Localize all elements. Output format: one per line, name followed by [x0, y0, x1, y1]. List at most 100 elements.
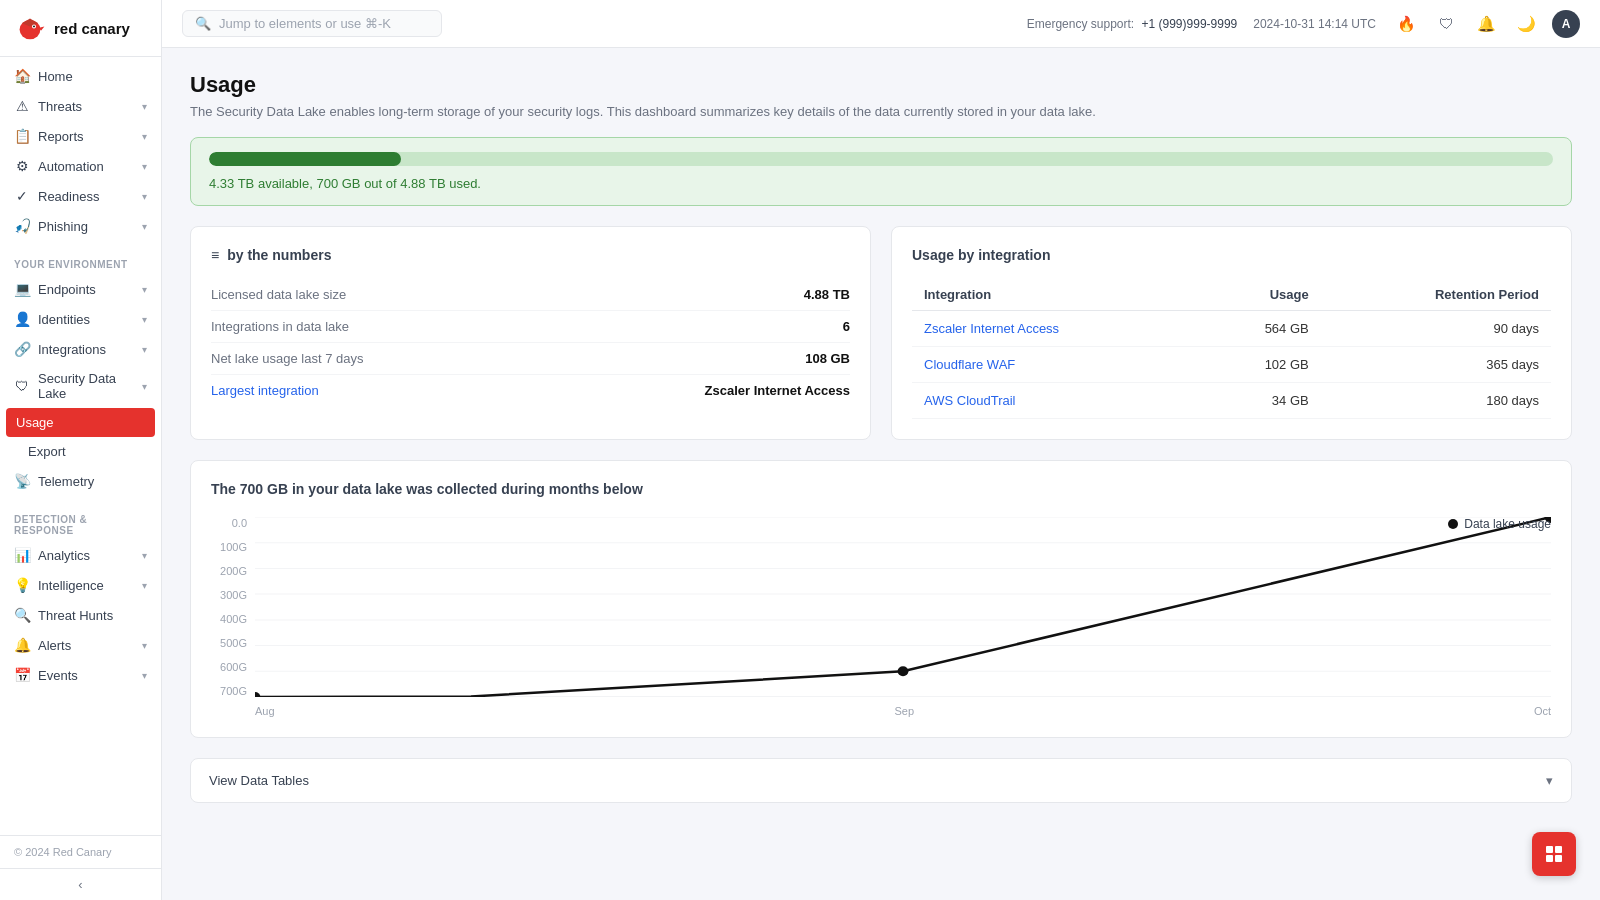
endpoints-icon: 💻 — [14, 281, 30, 297]
y-label: 500G — [211, 637, 251, 649]
sidebar-footer: © 2024 Red Canary — [0, 835, 161, 868]
chevron-down-icon: ▾ — [142, 640, 147, 651]
chevron-down-icon: ▾ — [142, 580, 147, 591]
telemetry-icon: 📡 — [14, 473, 30, 489]
sidebar-item-readiness[interactable]: ✓ Readiness ▾ — [0, 181, 161, 211]
sidebar-item-alerts[interactable]: 🔔 Alerts ▾ — [0, 630, 161, 660]
sidebar-item-endpoints[interactable]: 💻 Endpoints ▾ — [0, 274, 161, 304]
view-data-tables-label: View Data Tables — [209, 773, 309, 788]
y-label: 700G — [211, 685, 251, 697]
stat-value: 6 — [843, 319, 850, 334]
sidebar-item-reports[interactable]: 📋 Reports ▾ — [0, 121, 161, 151]
sidebar-item-integrations[interactable]: 🔗 Integrations ▾ — [0, 334, 161, 364]
page-description: The Security Data Lake enables long-term… — [190, 104, 1572, 119]
main-content: 🔍 Jump to elements or use ⌘-K Emergency … — [162, 0, 1600, 900]
sidebar-item-automation[interactable]: ⚙ Automation ▾ — [0, 151, 161, 181]
integration-link[interactable]: Zscaler Internet Access — [924, 321, 1059, 336]
integration-link[interactable]: Cloudflare WAF — [924, 357, 1015, 372]
largest-integration-value: Zscaler Internet Access — [705, 383, 850, 398]
sidebar-item-threats[interactable]: ⚠ Threats ▾ — [0, 91, 161, 121]
bell-icon[interactable]: 🔔 — [1472, 10, 1500, 38]
chart-wrap: 700G 600G 500G 400G 300G 200G 100G 0.0 — [211, 517, 1551, 717]
table-icon: ≡ — [211, 247, 219, 263]
sidebar-item-export[interactable]: Export — [0, 437, 161, 466]
threat-hunts-icon: 🔍 — [14, 607, 30, 623]
chart-area: Data lake usage — [255, 517, 1551, 697]
usage-bar-text: 4.33 TB available, 700 GB out of 4.88 TB… — [209, 176, 1553, 191]
stat-label: Licensed data lake size — [211, 287, 346, 302]
reports-icon: 📋 — [14, 128, 30, 144]
chevron-down-icon: ▾ — [142, 314, 147, 325]
shield-icon[interactable]: 🛡 — [1432, 10, 1460, 38]
y-label: 400G — [211, 613, 251, 625]
x-label: Aug — [255, 705, 275, 717]
integration-table: Integration Usage Retention Period Zscal… — [912, 279, 1551, 419]
usage-by-integration-card: Usage by integration Integration Usage R… — [891, 226, 1572, 440]
largest-integration-link[interactable]: Largest integration — [211, 383, 319, 398]
chart-card: The 700 GB in your data lake was collect… — [190, 460, 1572, 738]
env-nav: YOUR ENVIRONMENT 💻 Endpoints ▾ 👤 Identit… — [0, 245, 161, 500]
phishing-icon: 🎣 — [14, 218, 30, 234]
chevron-down-icon: ▾ — [142, 670, 147, 681]
view-data-tables-row[interactable]: View Data Tables ▾ — [190, 758, 1572, 803]
datetime-display: 2024-10-31 14:14 UTC — [1253, 17, 1376, 31]
y-label: 200G — [211, 565, 251, 577]
search-bar[interactable]: 🔍 Jump to elements or use ⌘-K — [182, 10, 442, 37]
sidebar-item-security-data-lake[interactable]: 🛡 Security Data Lake ▾ — [0, 364, 161, 408]
integration-usage: 102 GB — [1198, 347, 1320, 383]
chevron-down-icon: ▾ — [142, 550, 147, 561]
stat-value: 4.88 TB — [804, 287, 850, 302]
legend-dot — [1448, 519, 1458, 529]
sidebar-item-usage[interactable]: Usage — [6, 408, 155, 437]
sidebar-item-events[interactable]: 📅 Events ▾ — [0, 660, 161, 690]
by-numbers-card: ≡ by the numbers Licensed data lake size… — [190, 226, 871, 440]
chevron-down-icon: ▾ — [142, 161, 147, 172]
readiness-icon: ✓ — [14, 188, 30, 204]
stat-label: Net lake usage last 7 days — [211, 351, 363, 366]
header-right: Emergency support: +1 (999)999-9999 2024… — [1027, 10, 1580, 38]
chevron-down-icon: ▾ — [142, 131, 147, 142]
sidebar-item-analytics[interactable]: 📊 Analytics ▾ — [0, 540, 161, 570]
svg-rect-18 — [1546, 855, 1553, 862]
logo-area[interactable]: red canary — [0, 0, 161, 57]
stats-row: Net lake usage last 7 days 108 GB — [211, 343, 850, 375]
page-title: Usage — [190, 72, 1572, 98]
legend-label: Data lake usage — [1464, 517, 1551, 531]
notification-fire-icon[interactable]: 🔥 — [1392, 10, 1420, 38]
user-avatar[interactable]: A — [1552, 10, 1580, 38]
stats-section: ≡ by the numbers Licensed data lake size… — [190, 226, 1572, 440]
y-label: 100G — [211, 541, 251, 553]
integration-usage: 34 GB — [1198, 383, 1320, 419]
sidebar-item-threat-hunts[interactable]: 🔍 Threat Hunts — [0, 600, 161, 630]
svg-rect-17 — [1555, 846, 1562, 853]
intelligence-icon: 💡 — [14, 577, 30, 593]
sidebar-collapse-button[interactable]: ‹ — [0, 868, 161, 900]
detection-nav: DETECTION & RESPONSE 📊 Analytics ▾ 💡 Int… — [0, 500, 161, 694]
logo-icon — [14, 12, 46, 44]
integration-retention: 365 days — [1321, 347, 1551, 383]
table-row: Zscaler Internet Access 564 GB 90 days — [912, 311, 1551, 347]
sidebar-item-phishing[interactable]: 🎣 Phishing ▾ — [0, 211, 161, 241]
sidebar-item-identities[interactable]: 👤 Identities ▾ — [0, 304, 161, 334]
chart-x-labels: Aug Sep Oct — [255, 705, 1551, 717]
sidebar-item-home[interactable]: 🏠 Home — [0, 61, 161, 91]
float-action-button[interactable] — [1532, 832, 1576, 876]
svg-rect-16 — [1546, 846, 1553, 853]
integration-retention: 180 days — [1321, 383, 1551, 419]
chart-legend: Data lake usage — [1448, 517, 1551, 531]
svg-point-3 — [33, 25, 35, 27]
chevron-down-icon: ▾ — [1546, 773, 1553, 788]
security-data-lake-icon: 🛡 — [14, 378, 30, 394]
theme-toggle-icon[interactable]: 🌙 — [1512, 10, 1540, 38]
sidebar: red canary 🏠 Home ⚠ Threats ▾ 📋 Reports … — [0, 0, 162, 900]
sidebar-item-intelligence[interactable]: 💡 Intelligence ▾ — [0, 570, 161, 600]
sidebar-item-telemetry[interactable]: 📡 Telemetry — [0, 466, 161, 496]
stats-row: Licensed data lake size 4.88 TB — [211, 279, 850, 311]
identities-icon: 👤 — [14, 311, 30, 327]
chevron-down-icon: ▾ — [142, 284, 147, 295]
svg-point-14 — [898, 666, 909, 676]
integration-link[interactable]: AWS CloudTrail — [924, 393, 1016, 408]
svg-rect-19 — [1555, 855, 1562, 862]
header: 🔍 Jump to elements or use ⌘-K Emergency … — [162, 0, 1600, 48]
stat-value: 108 GB — [805, 351, 850, 366]
